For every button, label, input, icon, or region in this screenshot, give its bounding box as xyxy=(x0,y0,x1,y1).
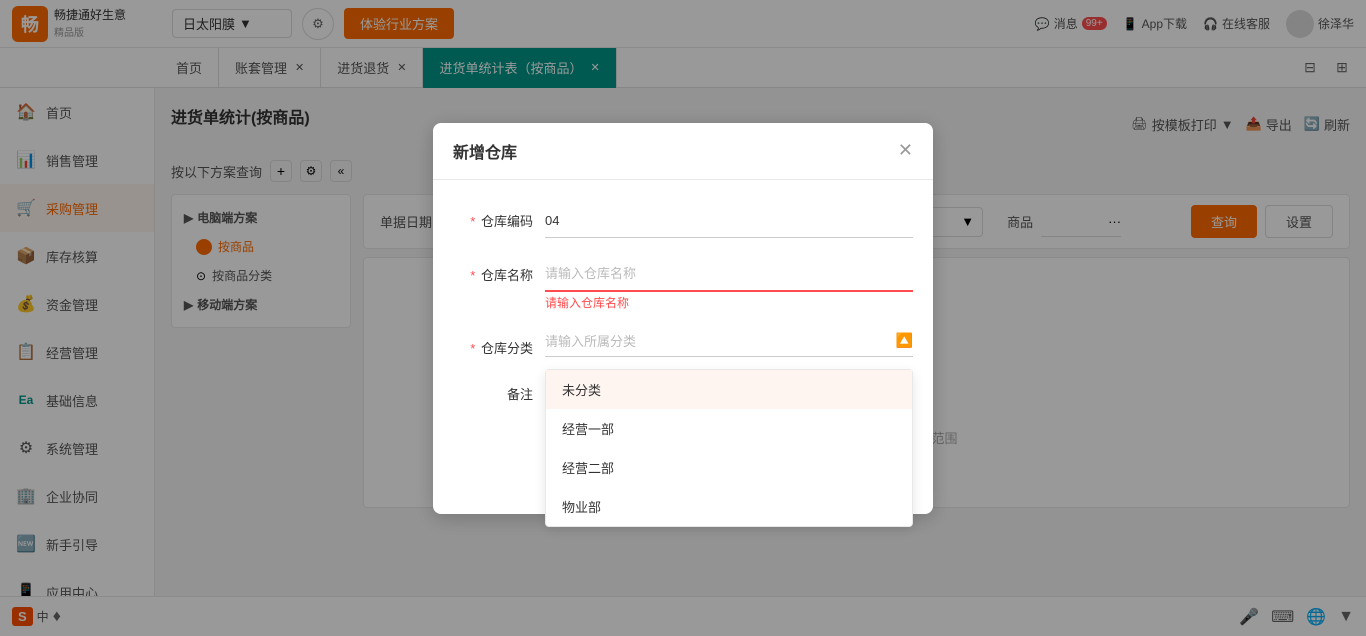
dropdown-item-dept2[interactable]: 经营二部 xyxy=(546,448,912,487)
note-label: 备注 xyxy=(453,377,533,403)
code-control xyxy=(545,204,913,238)
category-select-wrapper: 请输入所属分类 🔼 未分类 经营一部 经营二部 物业部 xyxy=(545,331,913,357)
code-label: * 仓库编码 xyxy=(453,204,533,230)
dialog-body: * 仓库编码 * 仓库名称 请输入仓库名称 xyxy=(433,180,933,455)
category-dropdown: 未分类 经营一部 经营二部 物业部 xyxy=(545,369,913,527)
required-star-name: * xyxy=(470,268,475,283)
category-control: 请输入所属分类 🔼 未分类 经营一部 经营二部 物业部 xyxy=(545,331,913,357)
dropdown-item-dept1[interactable]: 经营一部 xyxy=(546,409,912,448)
name-label: * 仓库名称 xyxy=(453,258,533,284)
category-placeholder: 请输入所属分类 xyxy=(545,331,896,350)
dialog-close-button[interactable]: ✕ xyxy=(898,140,913,161)
modal-overlay: 新增仓库 ✕ * 仓库编码 * 仓库名称 xyxy=(0,0,1366,636)
category-select-trigger[interactable]: 请输入所属分类 🔼 xyxy=(545,331,913,357)
warehouse-name-input[interactable] xyxy=(545,258,913,292)
category-label: * 仓库分类 xyxy=(453,331,533,357)
required-star-cat: * xyxy=(470,341,475,356)
dialog-header: 新增仓库 ✕ xyxy=(433,123,933,180)
dialog-title: 新增仓库 xyxy=(453,139,517,163)
required-star: * xyxy=(470,214,475,229)
category-arrow-up-icon: 🔼 xyxy=(896,332,913,349)
warehouse-code-input[interactable] xyxy=(545,204,913,238)
dropdown-item-uncategorized[interactable]: 未分类 xyxy=(546,370,912,409)
name-error-msg: 请输入仓库名称 xyxy=(545,294,913,311)
warehouse-category-row: * 仓库分类 请输入所属分类 🔼 未分类 经营一部 经营二部 xyxy=(453,331,913,357)
new-warehouse-dialog: 新增仓库 ✕ * 仓库编码 * 仓库名称 xyxy=(433,123,933,514)
warehouse-code-row: * 仓库编码 xyxy=(453,204,913,238)
warehouse-name-row: * 仓库名称 请输入仓库名称 xyxy=(453,258,913,311)
name-control: 请输入仓库名称 xyxy=(545,258,913,311)
dropdown-item-property[interactable]: 物业部 xyxy=(546,487,912,526)
